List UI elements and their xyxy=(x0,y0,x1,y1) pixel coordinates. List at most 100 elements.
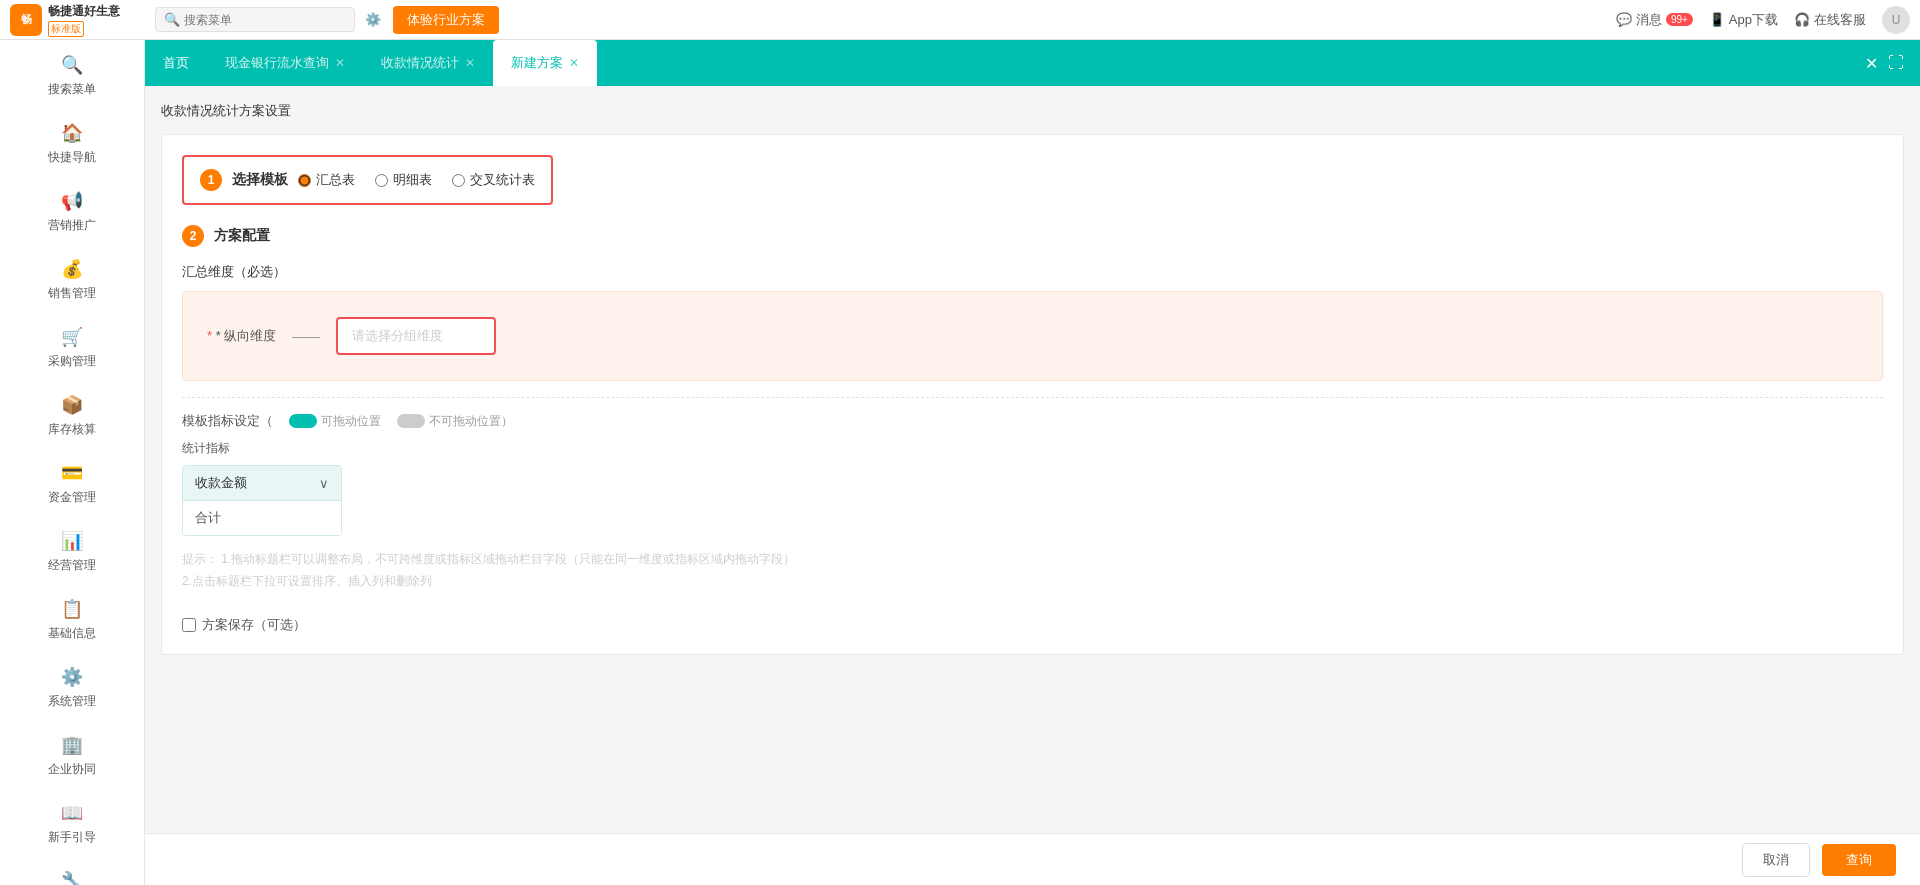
tab-bar: 首页 现金银行流水查询 ✕ 收款情况统计 ✕ 新建方案 ✕ ✕ ⛶ xyxy=(145,40,1920,86)
non-draggable-label: 不可拖动位置） xyxy=(429,413,513,430)
logo-text: 畅捷通好生意 xyxy=(48,3,120,20)
service-icon: 🎧 xyxy=(1794,12,1810,27)
dimension-select[interactable]: 请选择分组维度 xyxy=(336,317,496,355)
inventory-icon: 📦 xyxy=(61,394,83,416)
radio-huizong-label: 汇总表 xyxy=(316,171,355,189)
sidebar-item-sales[interactable]: 💰 销售管理 xyxy=(0,244,144,312)
tab-close-all-icon[interactable]: ✕ xyxy=(1865,54,1878,73)
sidebar-item-finance[interactable]: 💳 资金管理 xyxy=(0,448,144,516)
query-button[interactable]: 查询 xyxy=(1822,844,1896,876)
sidebar-item-marketing[interactable]: 📢 营销推广 xyxy=(0,176,144,244)
sidebar-item-hardware[interactable]: 🔧 智能硬件 xyxy=(0,856,144,885)
sidebar-item-system[interactable]: ⚙️ 系统管理 xyxy=(0,652,144,720)
tip-2: 2.点击标题栏下拉可设置排序、插入列和删除列 xyxy=(182,571,1883,593)
sidebar-label-management: 经营管理 xyxy=(48,557,96,574)
finance-icon: 💳 xyxy=(61,462,83,484)
step2-area: 2 方案配置 汇总维度（必选） * * 纵向维度 —— xyxy=(182,225,1883,602)
tab-maximize-icon[interactable]: ⛶ xyxy=(1888,54,1904,72)
service-label: 在线客服 xyxy=(1814,11,1866,29)
download-btn[interactable]: 📱 App下载 xyxy=(1709,11,1778,29)
metric-label-row: 模板指标设定（ 可拖动位置 不可拖动位置） xyxy=(182,412,1883,430)
stats-label: 统计指标 xyxy=(182,440,1883,457)
management-icon: 📊 xyxy=(61,530,83,552)
sidebar-item-enterprise[interactable]: 🏢 企业协同 xyxy=(0,720,144,788)
gear-btn[interactable]: ⚙️ xyxy=(365,12,381,27)
home-icon: 🏠 xyxy=(61,122,83,144)
top-bar-actions: 💬 消息 99+ 📱 App下载 🎧 在线客服 U xyxy=(1616,6,1910,34)
stats-header[interactable]: 收款金额 ∨ xyxy=(183,466,341,501)
service-btn[interactable]: 🎧 在线客服 xyxy=(1794,11,1866,29)
radio-huizong-input[interactable] xyxy=(298,174,311,187)
industry-button[interactable]: 体验行业方案 xyxy=(393,6,499,34)
dimension-area: * * 纵向维度 —— 请选择分组维度 xyxy=(182,291,1883,381)
user-avatar[interactable]: U xyxy=(1882,6,1910,34)
sidebar-item-quick-nav[interactable]: 🏠 快捷导航 xyxy=(0,108,144,176)
radio-jiaocha[interactable]: 交叉统计表 xyxy=(452,171,535,189)
non-draggable-toggle: 不可拖动位置） xyxy=(397,413,513,430)
sidebar-label-basic-info: 基础信息 xyxy=(48,625,96,642)
sidebar-item-search[interactable]: 🔍 搜索菜单 xyxy=(0,40,144,108)
guide-icon: 📖 xyxy=(61,802,83,824)
draggable-label: 可拖动位置 xyxy=(321,413,381,430)
tab-home[interactable]: 首页 xyxy=(145,40,207,86)
stats-header-text: 收款金额 xyxy=(195,474,247,492)
stats-row: 合计 xyxy=(183,501,341,535)
save-checkbox[interactable] xyxy=(182,618,196,632)
message-label: 消息 xyxy=(1636,11,1662,29)
sidebar-label-enterprise: 企业协同 xyxy=(48,761,96,778)
dimension-row-label: * * 纵向维度 xyxy=(207,327,276,345)
tab-cashflow-label: 现金银行流水查询 xyxy=(225,54,329,72)
sidebar-label-inventory: 库存核算 xyxy=(48,421,96,438)
radio-jiaocha-input[interactable] xyxy=(452,174,465,187)
message-btn[interactable]: 💬 消息 99+ xyxy=(1616,11,1693,29)
sidebar-item-guide[interactable]: 📖 新手引导 xyxy=(0,788,144,856)
dimension-row: * * 纵向维度 —— 请选择分组维度 xyxy=(207,317,496,355)
system-icon: ⚙️ xyxy=(61,666,83,688)
tab-cashflow-close[interactable]: ✕ xyxy=(335,56,345,70)
logo-badge: 标准版 xyxy=(48,21,84,37)
sidebar-item-management[interactable]: 📊 经营管理 xyxy=(0,516,144,584)
search-box[interactable]: 🔍 xyxy=(155,7,355,32)
radio-mingxi[interactable]: 明细表 xyxy=(375,171,432,189)
step1-num: 1 xyxy=(200,169,222,191)
sidebar-label-marketing: 营销推广 xyxy=(48,217,96,234)
basic-info-icon: 📋 xyxy=(61,598,83,620)
sidebar-label-purchase: 采购管理 xyxy=(48,353,96,370)
sidebar-item-purchase[interactable]: 🛒 采购管理 xyxy=(0,312,144,380)
search-input[interactable] xyxy=(184,13,324,27)
tab-new-plan[interactable]: 新建方案 ✕ xyxy=(493,40,597,86)
metric-title: 模板指标设定（ xyxy=(182,412,273,430)
dimension-config: 汇总维度（必选） * * 纵向维度 —— 请选择分组维度 xyxy=(182,263,1883,381)
content-area: 首页 现金银行流水查询 ✕ 收款情况统计 ✕ 新建方案 ✕ ✕ ⛶ 收款情况统计… xyxy=(145,40,1920,885)
step1-header: 1 选择模板 xyxy=(200,169,288,191)
tab-cashflow[interactable]: 现金银行流水查询 ✕ xyxy=(207,40,363,86)
search-icon: 🔍 xyxy=(164,12,180,27)
step2-num: 2 xyxy=(182,225,204,247)
dimension-arrow: —— xyxy=(292,328,320,344)
draggable-dot xyxy=(289,414,317,428)
step2-header: 2 方案配置 xyxy=(182,225,1883,247)
sidebar-item-inventory[interactable]: 📦 库存核算 xyxy=(0,380,144,448)
download-icon: 📱 xyxy=(1709,12,1725,27)
radio-mingxi-input[interactable] xyxy=(375,174,388,187)
sidebar-label-guide: 新手引导 xyxy=(48,829,96,846)
cancel-button[interactable]: 取消 xyxy=(1742,843,1810,877)
sidebar: 🔍 搜索菜单 🏠 快捷导航 📢 营销推广 💰 销售管理 🛒 采购管理 📦 库存核… xyxy=(0,40,145,885)
tab-new-plan-close[interactable]: ✕ xyxy=(569,56,579,70)
marketing-icon: 📢 xyxy=(61,190,83,212)
sidebar-item-basic-info[interactable]: 📋 基础信息 xyxy=(0,584,144,652)
sidebar-label-search: 搜索菜单 xyxy=(48,81,96,98)
tab-collection-label: 收款情况统计 xyxy=(381,54,459,72)
tab-collection-close[interactable]: ✕ xyxy=(465,56,475,70)
template-radio-group: 汇总表 明细表 交叉统计表 xyxy=(298,171,535,189)
draggable-toggle: 可拖动位置 xyxy=(289,413,381,430)
stats-chevron-icon[interactable]: ∨ xyxy=(319,476,329,491)
sales-icon: 💰 xyxy=(61,258,83,280)
tab-collection[interactable]: 收款情况统计 ✕ xyxy=(363,40,493,86)
enterprise-icon: 🏢 xyxy=(61,734,83,756)
main-card: 1 选择模板 汇总表 明细表 xyxy=(161,134,1904,655)
template-section: 1 选择模板 汇总表 明细表 xyxy=(182,155,553,205)
radio-huizong[interactable]: 汇总表 xyxy=(298,171,355,189)
logo-icon-text: 畅 xyxy=(21,12,32,27)
save-label: 方案保存（可选） xyxy=(202,616,306,634)
